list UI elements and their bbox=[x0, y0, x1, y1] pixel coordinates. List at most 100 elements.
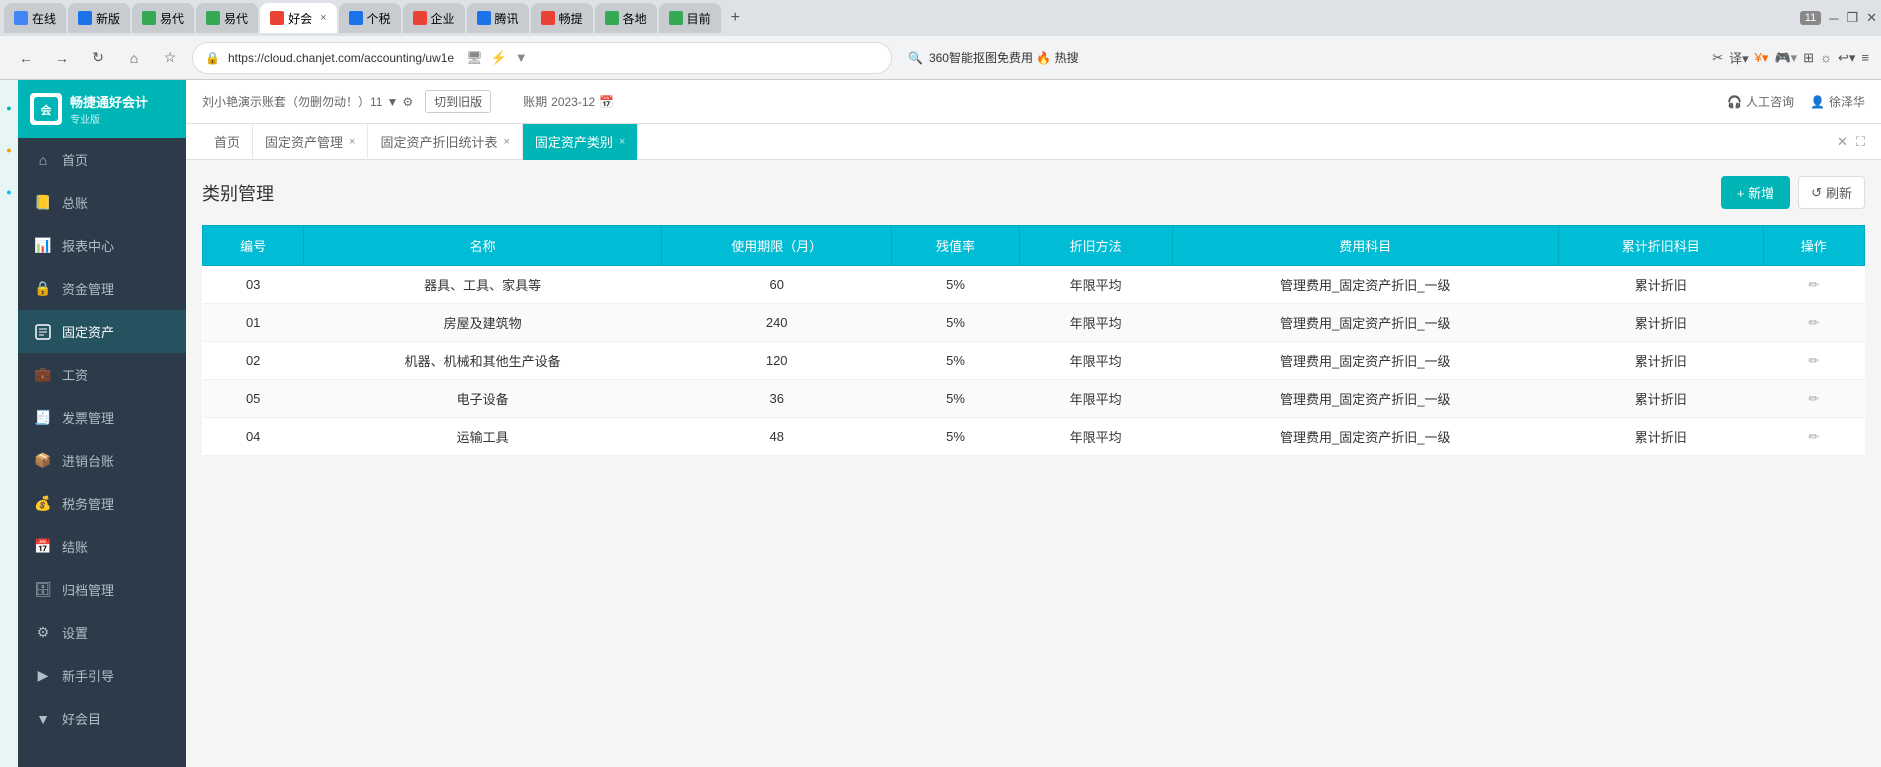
breadcrumb-tab-category[interactable]: 固定资产类别 × bbox=[523, 124, 638, 160]
app-wrapper: ● ● ● 会 畅捷通好会计 专业版 ⌂ 首页 📒 总账 bbox=[0, 80, 1881, 767]
sidebar-label-home: 首页 bbox=[62, 150, 88, 169]
sidebar-item-report[interactable]: 📊 报表中心 bbox=[18, 224, 186, 267]
page-title: 类别管理 bbox=[202, 180, 274, 206]
sidebar-logo: 会 畅捷通好会计 专业版 bbox=[18, 80, 186, 138]
sidebar-item-ledger[interactable]: 📒 总账 bbox=[18, 181, 186, 224]
browser-tab-6[interactable]: 企业 bbox=[403, 3, 465, 33]
browser-tab-3[interactable]: 易代 bbox=[196, 3, 258, 33]
calendar-icon[interactable]: 📅 bbox=[599, 95, 614, 109]
browser-tab-4[interactable]: 好会 × bbox=[260, 3, 336, 33]
url-arrow-icon[interactable]: ▼ bbox=[515, 50, 528, 65]
breadcrumb-tab-manage[interactable]: 固定资产管理 × bbox=[253, 124, 368, 160]
panel-close-icon[interactable]: ✕ bbox=[1837, 134, 1848, 150]
left-icon-strip: ● ● ● bbox=[0, 80, 18, 767]
search-bar[interactable]: 🔍 360智能抠图免费用 🔥 热搜 bbox=[908, 49, 1079, 66]
left-icon-2[interactable]: ● bbox=[1, 172, 17, 212]
window-restore-icon[interactable]: ❐ bbox=[1846, 10, 1858, 26]
edit-icon-2[interactable]: ✏ bbox=[1808, 353, 1819, 368]
browser-tab-8[interactable]: 畅提 bbox=[531, 3, 593, 33]
breadcrumb-close-manage[interactable]: × bbox=[349, 136, 355, 148]
cell-action-3[interactable]: ✏ bbox=[1763, 380, 1864, 418]
browser-tab-7[interactable]: 腾讯 bbox=[467, 3, 529, 33]
tax-icon: 💰 bbox=[34, 495, 52, 513]
scissors-icon[interactable]: ✂ bbox=[1712, 50, 1723, 66]
forward-button[interactable]: → bbox=[48, 44, 76, 72]
sidebar-item-inventory[interactable]: 📦 进销台账 bbox=[18, 439, 186, 482]
edit-icon-0[interactable]: ✏ bbox=[1808, 277, 1819, 292]
category-table: 编号 名称 使用期限（月） 残值率 折旧方法 费用科目 累计折旧科目 操作 03… bbox=[202, 225, 1865, 456]
table-header: 编号 名称 使用期限（月） 残值率 折旧方法 费用科目 累计折旧科目 操作 bbox=[203, 226, 1865, 266]
tab-label-0: 在线 bbox=[32, 10, 56, 27]
bookmark-button[interactable]: ☆ bbox=[156, 44, 184, 72]
url-input[interactable]: 🔒 https://cloud.chanjet.com/accounting/u… bbox=[192, 42, 892, 74]
switch-version-button[interactable]: 切到旧版 bbox=[425, 90, 491, 113]
url-dropdown-icon[interactable]: 🖥 bbox=[466, 50, 483, 66]
archive-icon: 🗄 bbox=[34, 581, 52, 599]
coupon-icon[interactable]: ¥▾ bbox=[1755, 50, 1769, 66]
sidebar-item-fixed-asset[interactable]: 固定资产 bbox=[18, 310, 186, 353]
game-icon[interactable]: 🎮▾ bbox=[1774, 50, 1797, 66]
user-avatar-area[interactable]: 👤 徐泽华 bbox=[1810, 93, 1865, 110]
sidebar-item-home[interactable]: ⌂ 首页 bbox=[18, 138, 186, 181]
refresh-icon: ↺ bbox=[1811, 185, 1822, 201]
left-icon-0[interactable]: ● bbox=[1, 88, 17, 128]
sidebar-item-salary[interactable]: 💼 工资 bbox=[18, 353, 186, 396]
breadcrumb-tab-depreciation[interactable]: 固定资产折旧统计表 × bbox=[368, 124, 522, 160]
sidebar-item-fund[interactable]: 🔒 资金管理 bbox=[18, 267, 186, 310]
sun-icon[interactable]: ☼ bbox=[1820, 50, 1832, 65]
sidebar-item-settings[interactable]: ⚙ 设置 bbox=[18, 611, 186, 654]
user-settings-icon[interactable]: ⚙ bbox=[402, 95, 413, 109]
advisor-button[interactable]: 🎧 人工咨询 bbox=[1727, 93, 1794, 110]
cell-action-2[interactable]: ✏ bbox=[1763, 342, 1864, 380]
browser-tab-0[interactable]: 在线 bbox=[4, 3, 66, 33]
grid-icon[interactable]: ⊞ bbox=[1803, 50, 1814, 66]
sidebar-item-invoice[interactable]: 🧾 发票管理 bbox=[18, 396, 186, 439]
user-info: 刘小艳演示账套（勿删勿动！）11 ▼ ⚙ bbox=[202, 93, 413, 110]
browser-tab-5[interactable]: 个税 bbox=[339, 3, 401, 33]
menu-icon[interactable]: ≡ bbox=[1861, 50, 1869, 65]
breadcrumb-label-home: 首页 bbox=[214, 132, 240, 151]
user-name: 刘小艳演示账套（勿删勿动！）11 bbox=[202, 93, 382, 110]
add-button[interactable]: + 新增 bbox=[1721, 176, 1790, 209]
window-minimize-icon[interactable]: ─ bbox=[1829, 11, 1838, 26]
inventory-icon: 📦 bbox=[34, 452, 52, 470]
more-icon: ▼ bbox=[34, 710, 52, 728]
sidebar-item-tax[interactable]: 💰 税务管理 bbox=[18, 482, 186, 525]
breadcrumb-tab-home[interactable]: 首页 bbox=[202, 124, 253, 160]
translate-icon[interactable]: 译▾ bbox=[1729, 48, 1749, 67]
sidebar-label-salary: 工资 bbox=[62, 365, 88, 384]
browser-tab-2[interactable]: 易代 bbox=[132, 3, 194, 33]
breadcrumb-close-category[interactable]: × bbox=[619, 136, 625, 148]
back-button[interactable]: ← bbox=[12, 44, 40, 72]
user-dropdown-icon[interactable]: ▼ bbox=[386, 95, 398, 109]
undo-icon[interactable]: ↩▾ bbox=[1838, 50, 1855, 66]
sidebar-item-archive[interactable]: 🗄 归档管理 bbox=[18, 568, 186, 611]
edit-icon-4[interactable]: ✏ bbox=[1808, 429, 1819, 444]
new-tab-button[interactable]: + bbox=[723, 5, 748, 31]
home-icon: ⌂ bbox=[34, 151, 52, 169]
browser-tab-10[interactable]: 目前 bbox=[659, 3, 721, 33]
panel-maximize-icon[interactable]: ⛶ bbox=[1856, 134, 1865, 150]
reload-button[interactable]: ↻ bbox=[84, 44, 112, 72]
breadcrumb-close-depreciation[interactable]: × bbox=[503, 136, 509, 148]
left-icon-1[interactable]: ● bbox=[1, 130, 17, 170]
cell-action-1[interactable]: ✏ bbox=[1763, 304, 1864, 342]
edit-icon-1[interactable]: ✏ bbox=[1808, 315, 1819, 330]
refresh-button[interactable]: ↺ 刷新 bbox=[1798, 176, 1865, 209]
browser-tab-1[interactable]: 新版 bbox=[68, 3, 130, 33]
url-lightning-icon[interactable]: ⚡ bbox=[491, 50, 507, 66]
window-close-icon[interactable]: ✕ bbox=[1866, 10, 1877, 26]
sidebar-item-settle[interactable]: 📅 结账 bbox=[18, 525, 186, 568]
sidebar-item-more[interactable]: ▼ 好会目 bbox=[18, 697, 186, 740]
cell-expense-1: 管理费用_固定资产折旧_一级 bbox=[1172, 304, 1558, 342]
tab-label-8: 畅提 bbox=[559, 10, 583, 27]
sidebar-label-more: 好会目 bbox=[62, 709, 101, 728]
home-button[interactable]: ⌂ bbox=[120, 44, 148, 72]
browser-tab-9[interactable]: 各地 bbox=[595, 3, 657, 33]
cell-action-0[interactable]: ✏ bbox=[1763, 266, 1864, 304]
cell-action-4[interactable]: ✏ bbox=[1763, 418, 1864, 456]
edit-icon-3[interactable]: ✏ bbox=[1808, 391, 1819, 406]
tab-close-4[interactable]: × bbox=[320, 12, 326, 24]
cell-name-3: 电子设备 bbox=[304, 380, 662, 418]
sidebar-item-guide[interactable]: ▶ 新手引导 bbox=[18, 654, 186, 697]
